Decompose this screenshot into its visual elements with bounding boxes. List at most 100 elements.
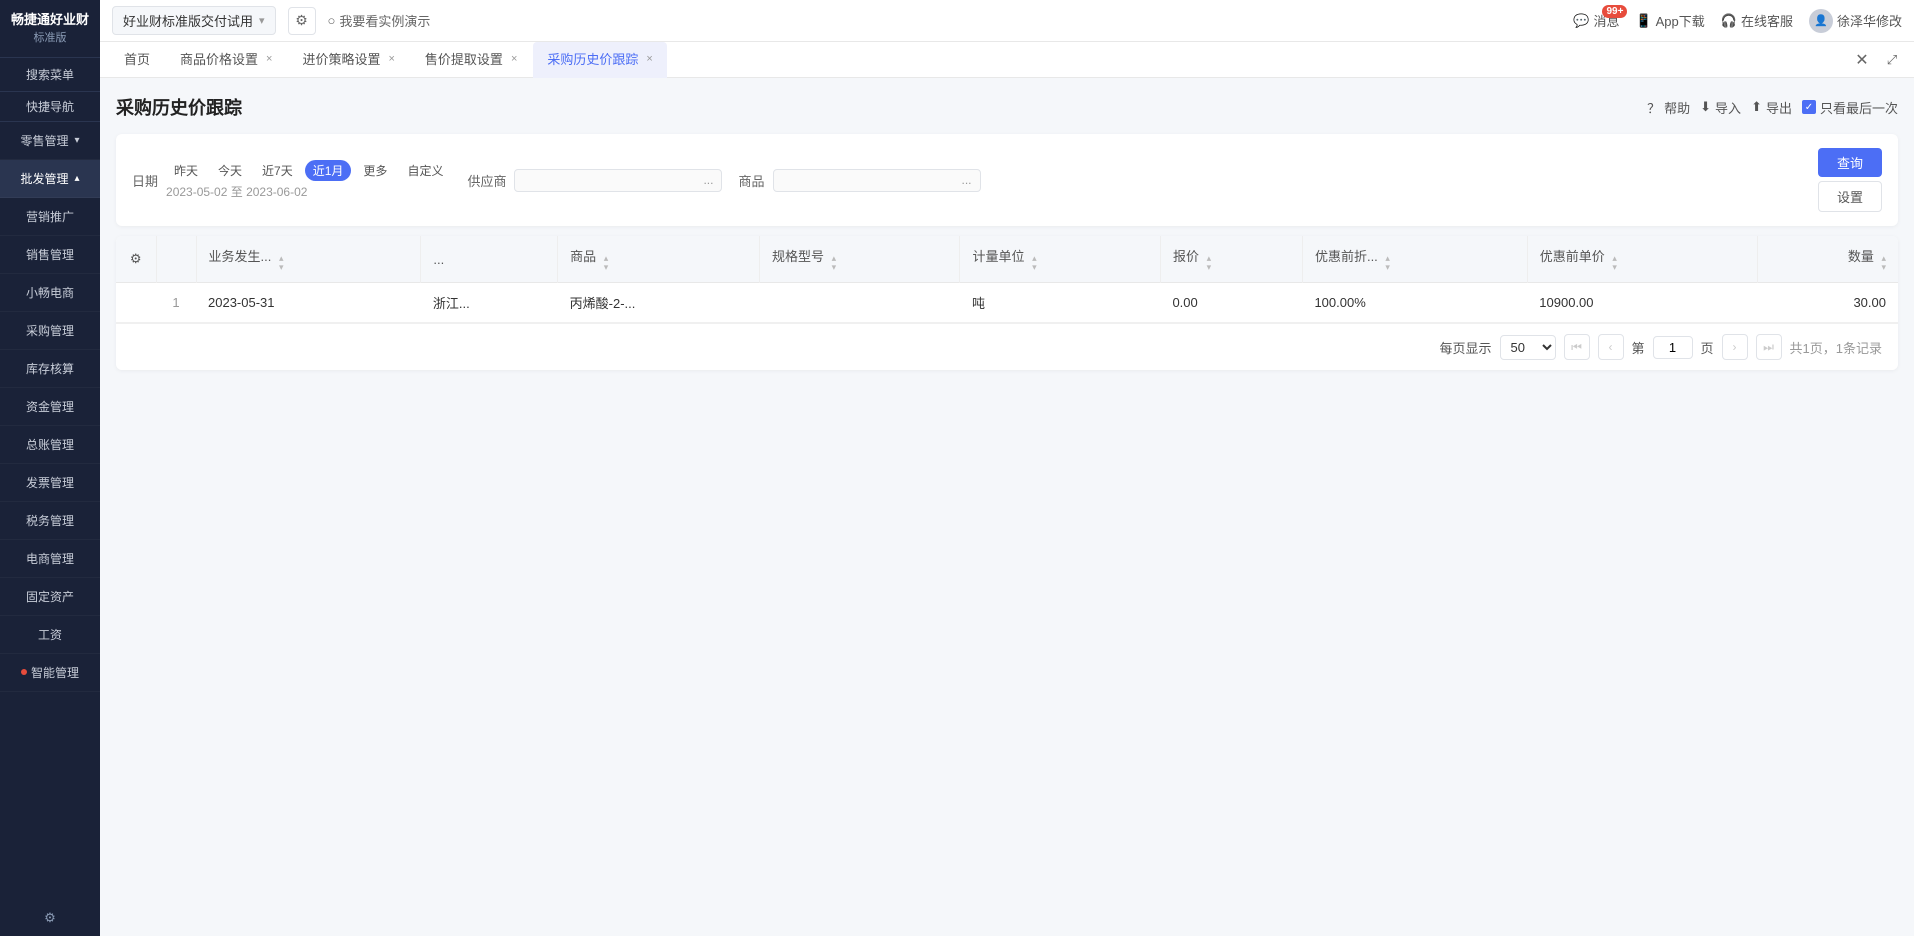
edition-selector[interactable]: 好业财标准版交付试用 ▾ <box>112 6 276 35</box>
message-button[interactable]: 💬 消息 99+ <box>1573 11 1619 30</box>
sidebar-item-invoice[interactable]: 发票管理 <box>0 464 100 502</box>
supplier-filter-group: 供应商 ... <box>467 169 722 192</box>
supplier-input[interactable] <box>523 173 699 188</box>
th-price[interactable]: 报价 ▴ ▾ <box>1160 236 1302 283</box>
tab-close-purchase-strategy[interactable]: × <box>388 53 394 65</box>
sidebar-item-fixed-assets[interactable]: 固定资产 <box>0 578 100 616</box>
topbar-right: 💬 消息 99+ 📱 App下载 🎧 在线客服 👤 徐泽华修改 <box>1573 9 1902 33</box>
supplier-more-button[interactable]: ... <box>703 173 713 187</box>
sidebar-search[interactable]: 搜索菜单 <box>0 58 100 92</box>
sort-icons-unit: ▴ ▾ <box>1032 254 1037 272</box>
help-button[interactable]: ？ 帮助 <box>1647 98 1690 117</box>
sidebar-item-marketing[interactable]: 营销推广 <box>0 198 100 236</box>
export-button[interactable]: ⬆ 导出 <box>1751 98 1792 117</box>
page-first-button[interactable]: ⏮ <box>1564 334 1590 360</box>
th-quantity[interactable]: 数量 ▴ ▾ <box>1757 236 1898 283</box>
th-spec[interactable]: 规格型号 ▴ ▾ <box>759 236 959 283</box>
sidebar-item-inventory[interactable]: 库存核算 <box>0 350 100 388</box>
demo-link[interactable]: ○ 我要看实例演示 <box>328 11 431 30</box>
topbar: 好业财标准版交付试用 ▾ ⚙ ○ 我要看实例演示 💬 消息 99+ 📱 App下… <box>100 0 1914 42</box>
date-option-more[interactable]: 更多 <box>355 160 395 181</box>
sidebar-item-accounting[interactable]: 总账管理 <box>0 426 100 464</box>
data-table: ⚙ 业务发生... ▴ ▾ ... 商品 <box>116 236 1898 323</box>
chevron-up-icon: ▴ <box>74 173 79 184</box>
app-title: 畅捷通好业财 <box>8 12 92 29</box>
date-option-today[interactable]: 今天 <box>210 160 250 181</box>
th-unit[interactable]: 计量单位 ▴ ▾ <box>960 236 1160 283</box>
page-next-button[interactable]: › <box>1722 334 1748 360</box>
date-filter-label: 日期 <box>132 171 158 190</box>
sidebar-item-finance[interactable]: 资金管理 <box>0 388 100 426</box>
date-option-custom[interactable]: 自定义 <box>399 160 451 181</box>
app-sub: 标准版 <box>8 29 92 45</box>
tab-purchase-strategy[interactable]: 进价策略设置 × <box>288 42 408 78</box>
tab-sale-price[interactable]: 售价提取设置 × <box>411 42 531 78</box>
tab-close-sale-price[interactable]: × <box>511 53 517 65</box>
tabbar-close-button[interactable]: ✕ <box>1850 48 1874 72</box>
sidebar-item-smart[interactable]: 智能管理 <box>0 654 100 692</box>
per-page-label: 每页显示 <box>1439 338 1491 357</box>
main-area: 好业财标准版交付试用 ▾ ⚙ ○ 我要看实例演示 💬 消息 99+ 📱 App下… <box>100 0 1914 936</box>
import-button[interactable]: ⬇ 导入 <box>1700 98 1741 117</box>
question-icon: ？ <box>1647 98 1660 117</box>
sidebar-item-sales[interactable]: 销售管理 <box>0 236 100 274</box>
sidebar-settings-button[interactable]: ⚙ <box>0 900 100 936</box>
sidebar-item-salary[interactable]: 工资 <box>0 616 100 654</box>
date-option-last7[interactable]: 近7天 <box>254 160 301 181</box>
sidebar-item-ecom-small[interactable]: 小畅电商 <box>0 274 100 312</box>
online-service-button[interactable]: 🎧 在线客服 <box>1721 11 1793 30</box>
chevron-down-icon: ▾ <box>74 135 79 146</box>
tab-close-price[interactable]: × <box>266 53 272 65</box>
product-input[interactable] <box>782 173 958 188</box>
product-label: 商品 <box>738 171 764 190</box>
settings-gear-button[interactable]: ⚙ <box>288 7 316 35</box>
sort-icons-spec: ▴ ▾ <box>832 254 837 272</box>
tab-home[interactable]: 首页 <box>110 42 164 78</box>
td-spec <box>759 283 959 323</box>
product-input-wrap[interactable]: ... <box>773 169 981 192</box>
td-gear <box>116 283 156 323</box>
sidebar-item-retail[interactable]: 零售管理 ▾ <box>0 122 100 160</box>
tabbar-expand-button[interactable]: ⤢ <box>1880 48 1904 72</box>
sidebar-item-ecom[interactable]: 电商管理 <box>0 540 100 578</box>
page-header: 采购历史价跟踪 ？ 帮助 ⬇ 导入 ⬆ 导出 ✓ 只看最后一次 <box>116 94 1898 120</box>
date-filter-group: 日期 昨天 今天 近7天 近1月 更多 自定义 2023-05-02 至 202… <box>132 160 451 200</box>
th-pre-discount-price[interactable]: 优惠前单价 ▴ ▾ <box>1527 236 1757 283</box>
sort-icons-discount: ▴ ▾ <box>1385 254 1390 272</box>
th-product[interactable]: 商品 ▴ ▾ <box>558 236 760 283</box>
product-more-button[interactable]: ... <box>962 173 972 187</box>
settings-button[interactable]: 设置 <box>1818 181 1882 212</box>
table-row: 1 2023-05-31 浙江... 丙烯酸-2-... 吨 0.00 100.… <box>116 283 1898 323</box>
tabbar: 首页 商品价格设置 × 进价策略设置 × 售价提取设置 × 采购历史价跟踪 × … <box>100 42 1914 78</box>
td-date: 2023-05-31 <box>196 283 421 323</box>
query-button[interactable]: 查询 <box>1818 148 1882 177</box>
th-gear[interactable]: ⚙ <box>116 236 156 283</box>
th-num <box>156 236 196 283</box>
sidebar-item-purchase[interactable]: 采购管理 <box>0 312 100 350</box>
th-discount[interactable]: 优惠前折... ▴ ▾ <box>1302 236 1527 283</box>
page-number-input[interactable] <box>1653 336 1693 359</box>
td-unit: 吨 <box>960 283 1160 323</box>
tab-history-price[interactable]: 采购历史价跟踪 × <box>533 42 666 78</box>
edition-label: 好业财标准版交付试用 <box>123 11 253 30</box>
tab-close-history-price[interactable]: × <box>646 53 652 65</box>
tab-price[interactable]: 商品价格设置 × <box>166 42 286 78</box>
sidebar-item-tax[interactable]: 税务管理 <box>0 502 100 540</box>
page-last-button[interactable]: ⏭ <box>1756 334 1782 360</box>
date-option-last1m[interactable]: 近1月 <box>305 160 352 181</box>
per-page-select[interactable]: 50 10 20 100 <box>1500 335 1556 360</box>
date-option-yesterday[interactable]: 昨天 <box>166 160 206 181</box>
table-container: ⚙ 业务发生... ▴ ▾ ... 商品 <box>116 236 1898 323</box>
filter-actions: 查询 设置 <box>1818 148 1882 212</box>
supplier-input-wrap[interactable]: ... <box>514 169 722 192</box>
filter-card: 日期 昨天 今天 近7天 近1月 更多 自定义 2023-05-02 至 202… <box>116 134 1898 226</box>
app-download-button[interactable]: 📱 App下载 <box>1635 11 1704 30</box>
sidebar-item-wholesale[interactable]: 批发管理 ▴ <box>0 160 100 198</box>
page-prev-button[interactable]: ‹ <box>1598 334 1624 360</box>
th-more[interactable]: ... <box>421 236 558 283</box>
user-info[interactable]: 👤 徐泽华修改 <box>1809 9 1902 33</box>
sidebar-quick-nav[interactable]: 快捷导航 <box>0 92 100 122</box>
th-date[interactable]: 业务发生... ▴ ▾ <box>196 236 421 283</box>
supplier-label: 供应商 <box>467 171 506 190</box>
last-only-checkbox[interactable]: ✓ 只看最后一次 <box>1802 98 1898 117</box>
